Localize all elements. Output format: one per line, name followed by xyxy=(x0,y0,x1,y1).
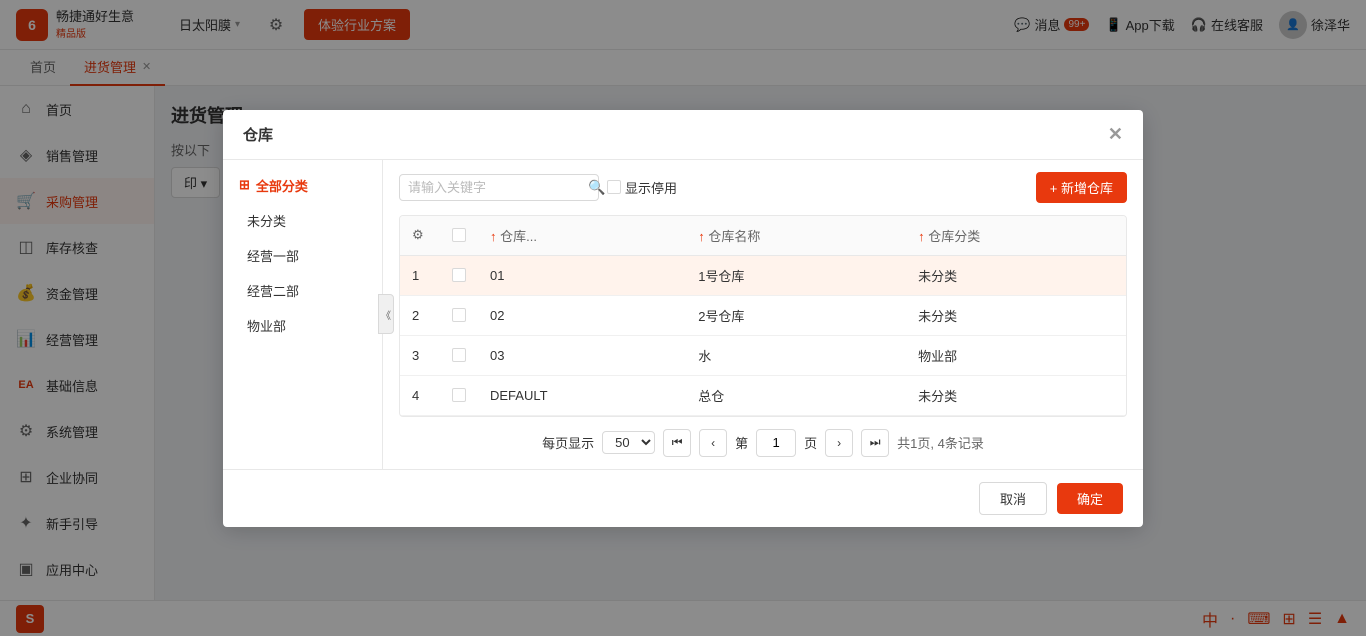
prev-page-button[interactable]: ‹ xyxy=(699,429,727,457)
page-word: 第 xyxy=(735,433,748,452)
search-box[interactable]: 🔍 xyxy=(399,174,599,201)
category-panel: ⊞ 全部分类 未分类 经营一部 经营二部 物业部 《 xyxy=(223,160,383,469)
page-label: 页 xyxy=(804,433,817,452)
last-page-button[interactable]: ⏭ xyxy=(861,429,889,457)
total-info: 共1页, 4条记录 xyxy=(897,433,984,452)
row-4-category: 未分类 xyxy=(906,375,1126,415)
sort-icon-2: ↑ xyxy=(698,229,705,244)
modal-footer: 取消 确定 xyxy=(223,469,1143,527)
header-checkbox[interactable] xyxy=(452,228,466,242)
first-page-button[interactable]: ⏮ xyxy=(663,429,691,457)
modal-body: ⊞ 全部分类 未分类 经营一部 经营二部 物业部 《 xyxy=(223,160,1143,469)
category-item-3[interactable]: 经营二部 xyxy=(223,273,382,308)
row-2-checkbox[interactable] xyxy=(440,295,478,335)
row-2-index: 2 xyxy=(400,295,440,335)
table-row[interactable]: 2 02 2号仓库 未分类 xyxy=(400,295,1126,335)
th-warehouse-category[interactable]: ↑ 仓库分类 xyxy=(906,216,1126,256)
th-checkbox[interactable] xyxy=(440,216,478,256)
category-all-label: 全部分类 xyxy=(256,176,308,195)
new-warehouse-button[interactable]: + 新增仓库 xyxy=(1036,172,1127,203)
row-2-name: 2号仓库 xyxy=(686,295,906,335)
per-page-select[interactable]: 50 xyxy=(602,431,655,454)
data-toolbar: 🔍 显示停用 + 新增仓库 xyxy=(399,172,1127,203)
next-page-button[interactable]: › xyxy=(825,429,853,457)
th-warehouse-name[interactable]: ↑ 仓库名称 xyxy=(686,216,906,256)
per-page-label: 每页显示 xyxy=(542,433,594,452)
modal-title: 仓库 xyxy=(243,124,273,145)
row-3-category: 物业部 xyxy=(906,335,1126,375)
row-2-code: 02 xyxy=(478,295,686,335)
data-panel: 🔍 显示停用 + 新增仓库 xyxy=(383,160,1143,469)
search-input[interactable] xyxy=(408,180,584,195)
th-gear[interactable]: ⚙ xyxy=(400,216,440,256)
category-item-1[interactable]: 未分类 xyxy=(223,203,382,238)
row-1-checkbox[interactable] xyxy=(440,255,478,295)
warehouse-modal: 仓库 ✕ ⊞ 全部分类 未分类 经营一部 经营二部 xyxy=(223,110,1143,527)
category-item-4[interactable]: 物业部 xyxy=(223,308,382,343)
table-header-row: ⚙ ↑ 仓库... ↑ xyxy=(400,216,1126,256)
row-1-index: 1 xyxy=(400,255,440,295)
row-3-index: 3 xyxy=(400,335,440,375)
table-row[interactable]: 1 01 1号仓库 未分类 xyxy=(400,255,1126,295)
row-4-index: 4 xyxy=(400,375,440,415)
row-1-code: 01 xyxy=(478,255,686,295)
collapse-panel-button[interactable]: 《 xyxy=(378,294,394,334)
row-3-checkbox[interactable] xyxy=(440,335,478,375)
confirm-button[interactable]: 确定 xyxy=(1057,483,1123,514)
sort-icon-3: ↑ xyxy=(918,229,925,244)
row-3-code: 03 xyxy=(478,335,686,375)
modal-close-icon[interactable]: ✕ xyxy=(1108,124,1123,145)
row-2-category: 未分类 xyxy=(906,295,1126,335)
th-warehouse-code[interactable]: ↑ 仓库... xyxy=(478,216,686,256)
table-row[interactable]: 4 DEFAULT 总仓 未分类 xyxy=(400,375,1126,415)
category-all-item[interactable]: ⊞ 全部分类 xyxy=(223,168,382,203)
warehouse-table: ⚙ ↑ 仓库... ↑ xyxy=(399,215,1127,417)
grid-icon: ⊞ xyxy=(239,177,250,193)
modal-header: 仓库 ✕ xyxy=(223,110,1143,160)
data-toolbar-left: 🔍 显示停用 xyxy=(399,174,677,201)
row-4-checkbox[interactable] xyxy=(440,375,478,415)
row-4-name: 总仓 xyxy=(686,375,906,415)
show-disabled-checkbox[interactable] xyxy=(607,180,621,194)
sort-icon: ↑ xyxy=(490,229,497,244)
row-4-code: DEFAULT xyxy=(478,375,686,415)
show-disabled-label[interactable]: 显示停用 xyxy=(607,178,677,197)
pagination-area: 每页显示 50 ⏮ ‹ 第 页 › ⏭ 共1页, 4条记录 xyxy=(399,417,1127,469)
show-disabled-text: 显示停用 xyxy=(625,178,677,197)
row-1-category: 未分类 xyxy=(906,255,1126,295)
cancel-button[interactable]: 取消 xyxy=(979,482,1047,515)
row-3-name: 水 xyxy=(686,335,906,375)
modal-overlay: 仓库 ✕ ⊞ 全部分类 未分类 经营一部 经营二部 xyxy=(0,0,1366,636)
gear-icon: ⚙ xyxy=(412,227,424,242)
page-number-input[interactable] xyxy=(756,429,796,457)
category-item-2[interactable]: 经营一部 xyxy=(223,238,382,273)
search-icon[interactable]: 🔍 xyxy=(588,179,605,196)
row-1-name: 1号仓库 xyxy=(686,255,906,295)
table-row[interactable]: 3 03 水 物业部 xyxy=(400,335,1126,375)
